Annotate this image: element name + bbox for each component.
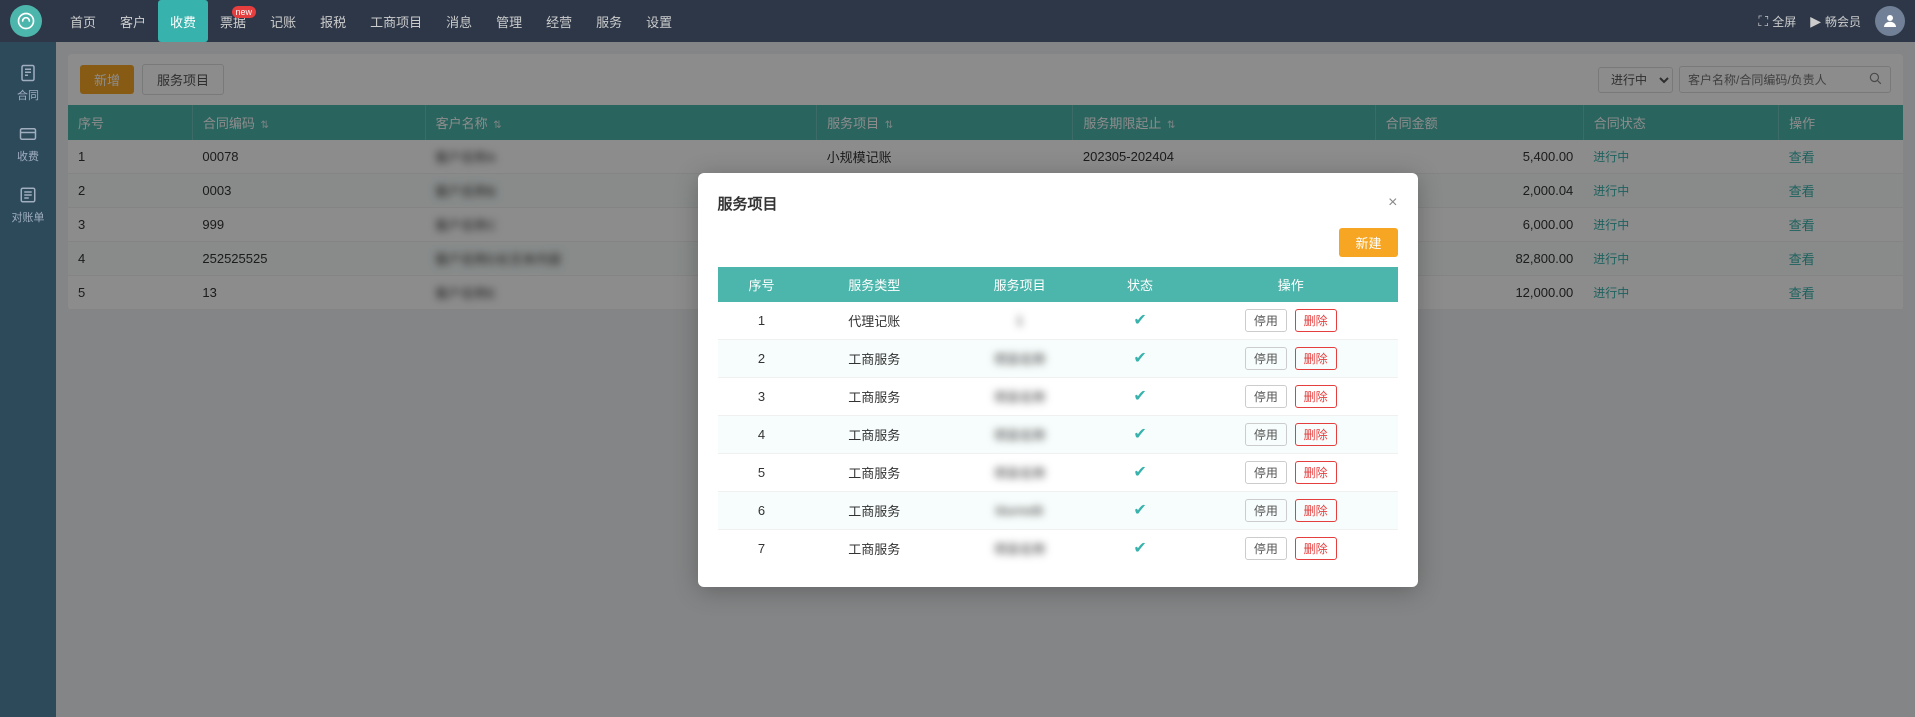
modal-table-row: 2 工商服务 项目名称 ✔ 停用 删除 bbox=[718, 339, 1398, 377]
modal-col-item: 服务项目 bbox=[943, 267, 1096, 302]
modal-cell-status: ✔ bbox=[1096, 453, 1184, 491]
modal-toolbar: 新建 bbox=[718, 228, 1398, 257]
modal-table-row: 3 工商服务 项目名称 ✔ 停用 删除 bbox=[718, 377, 1398, 415]
modal-cell-action: 停用 删除 bbox=[1184, 529, 1398, 567]
statement-icon bbox=[17, 184, 39, 206]
delete-button[interactable]: 删除 bbox=[1295, 385, 1337, 408]
left-sidebar: 合同 收费 对账单 bbox=[0, 42, 56, 717]
fullscreen-btn[interactable]: ⛶ 全屏 bbox=[1758, 13, 1796, 30]
service-items-modal: 服务项目 × 新建 序号 服务类型 服务项目 状态 操作 bbox=[698, 173, 1418, 587]
modal-col-type: 服务类型 bbox=[805, 267, 943, 302]
modal-cell-item: 项目名称 bbox=[943, 415, 1096, 453]
modal-cell-status: ✔ bbox=[1096, 415, 1184, 453]
app-logo[interactable] bbox=[10, 5, 42, 37]
modal-col-seq: 序号 bbox=[718, 267, 806, 302]
modal-table-row: 7 工商服务 项目名称 ✔ 停用 删除 bbox=[718, 529, 1398, 567]
nav-tax[interactable]: 报税 bbox=[308, 0, 358, 42]
modal-cell-action: 停用 删除 bbox=[1184, 339, 1398, 377]
delete-button[interactable]: 删除 bbox=[1295, 423, 1337, 446]
stop-button[interactable]: 停用 bbox=[1245, 537, 1287, 560]
modal-col-status: 状态 bbox=[1096, 267, 1184, 302]
modal-cell-seq: 5 bbox=[718, 453, 806, 491]
user-avatar[interactable] bbox=[1875, 6, 1905, 36]
stop-button[interactable]: 停用 bbox=[1245, 385, 1287, 408]
modal-close-button[interactable]: × bbox=[1388, 195, 1397, 211]
modal-cell-item: 项目名称 bbox=[943, 339, 1096, 377]
modal-cell-action: 停用 删除 bbox=[1184, 491, 1398, 529]
modal-cell-type: 代理记账 bbox=[805, 302, 943, 340]
modal-table-row: 4 工商服务 项目名称 ✔ 停用 删除 bbox=[718, 415, 1398, 453]
stop-button[interactable]: 停用 bbox=[1245, 347, 1287, 370]
main-content: 新增 服务项目 进行中 全部 已完成 已停止 bbox=[56, 42, 1915, 717]
new-badge: new bbox=[232, 6, 257, 18]
modal-new-button[interactable]: 新建 bbox=[1339, 228, 1397, 257]
modal-col-action: 操作 bbox=[1184, 267, 1398, 302]
nav-bookkeep[interactable]: 记账 bbox=[258, 0, 308, 42]
modal-cell-action: 停用 删除 bbox=[1184, 302, 1398, 340]
nav-manage[interactable]: 管理 bbox=[484, 0, 534, 42]
modal-cell-status: ✔ bbox=[1096, 491, 1184, 529]
modal-cell-type: 工商服务 bbox=[805, 415, 943, 453]
top-navigation: 首页 客户 收费 票据 new 记账 报税 工商项目 消息 管理 经营 服务 设… bbox=[0, 0, 1915, 42]
fee-icon bbox=[17, 123, 39, 145]
delete-button[interactable]: 删除 bbox=[1295, 347, 1337, 370]
nav-home[interactable]: 首页 bbox=[58, 0, 108, 42]
modal-cell-item: 1 bbox=[943, 302, 1096, 340]
nav-settings[interactable]: 设置 bbox=[634, 0, 684, 42]
modal-cell-item: 项目名称 bbox=[943, 377, 1096, 415]
modal-cell-action: 停用 删除 bbox=[1184, 415, 1398, 453]
modal-cell-seq: 2 bbox=[718, 339, 806, 377]
sidebar-item-statement[interactable]: 对账单 bbox=[0, 174, 56, 235]
delete-button[interactable]: 删除 bbox=[1295, 537, 1337, 560]
nav-invoice[interactable]: 票据 new bbox=[208, 0, 258, 42]
delete-button[interactable]: 删除 bbox=[1295, 309, 1337, 332]
modal-cell-type: 工商服务 bbox=[805, 529, 943, 567]
modal-table-row: 6 工商服务 blurred6 ✔ 停用 删除 bbox=[718, 491, 1398, 529]
stop-button[interactable]: 停用 bbox=[1245, 461, 1287, 484]
modal-cell-action: 停用 删除 bbox=[1184, 453, 1398, 491]
nav-service[interactable]: 服务 bbox=[584, 0, 634, 42]
nav-commerce[interactable]: 工商项目 bbox=[358, 0, 434, 42]
modal-cell-seq: 7 bbox=[718, 529, 806, 567]
modal-cell-status: ✔ bbox=[1096, 302, 1184, 340]
stop-button[interactable]: 停用 bbox=[1245, 423, 1287, 446]
modal-cell-seq: 1 bbox=[718, 302, 806, 340]
modal-cell-type: 工商服务 bbox=[805, 453, 943, 491]
stop-button[interactable]: 停用 bbox=[1245, 309, 1287, 332]
modal-cell-item: 项目名称 bbox=[943, 529, 1096, 567]
modal-cell-status: ✔ bbox=[1096, 339, 1184, 377]
service-items-table: 序号 服务类型 服务项目 状态 操作 1 代理记账 1 ✔ 停用 删除 2 工商… bbox=[718, 267, 1398, 567]
modal-cell-type: 工商服务 bbox=[805, 377, 943, 415]
nav-customer[interactable]: 客户 bbox=[108, 0, 158, 42]
member-btn[interactable]: ▶ 畅会员 bbox=[1810, 13, 1861, 30]
stop-button[interactable]: 停用 bbox=[1245, 499, 1287, 522]
modal-cell-seq: 4 bbox=[718, 415, 806, 453]
modal-table-row: 5 工商服务 项目名称 ✔ 停用 删除 bbox=[718, 453, 1398, 491]
modal-cell-item: blurred6 bbox=[943, 491, 1096, 529]
modal-cell-seq: 6 bbox=[718, 491, 806, 529]
modal-cell-type: 工商服务 bbox=[805, 491, 943, 529]
top-nav-right: ⛶ 全屏 ▶ 畅会员 bbox=[1758, 6, 1905, 36]
modal-cell-seq: 3 bbox=[718, 377, 806, 415]
modal-cell-type: 工商服务 bbox=[805, 339, 943, 377]
nav-operation[interactable]: 经营 bbox=[534, 0, 584, 42]
delete-button[interactable]: 删除 bbox=[1295, 499, 1337, 522]
modal-cell-status: ✔ bbox=[1096, 529, 1184, 567]
delete-button[interactable]: 删除 bbox=[1295, 461, 1337, 484]
modal-table-row: 1 代理记账 1 ✔ 停用 删除 bbox=[718, 302, 1398, 340]
modal-title: 服务项目 bbox=[718, 193, 778, 214]
sidebar-item-contract[interactable]: 合同 bbox=[0, 52, 56, 113]
nav-fee[interactable]: 收费 bbox=[158, 0, 208, 42]
contract-icon bbox=[17, 62, 39, 84]
modal-cell-status: ✔ bbox=[1096, 377, 1184, 415]
modal-cell-action: 停用 删除 bbox=[1184, 377, 1398, 415]
nav-message[interactable]: 消息 bbox=[434, 0, 484, 42]
modal-cell-item: 项目名称 bbox=[943, 453, 1096, 491]
sidebar-item-fee[interactable]: 收费 bbox=[0, 113, 56, 174]
modal-table-wrap[interactable]: 序号 服务类型 服务项目 状态 操作 1 代理记账 1 ✔ 停用 删除 2 工商… bbox=[718, 267, 1398, 567]
modal-header: 服务项目 × bbox=[718, 193, 1398, 214]
